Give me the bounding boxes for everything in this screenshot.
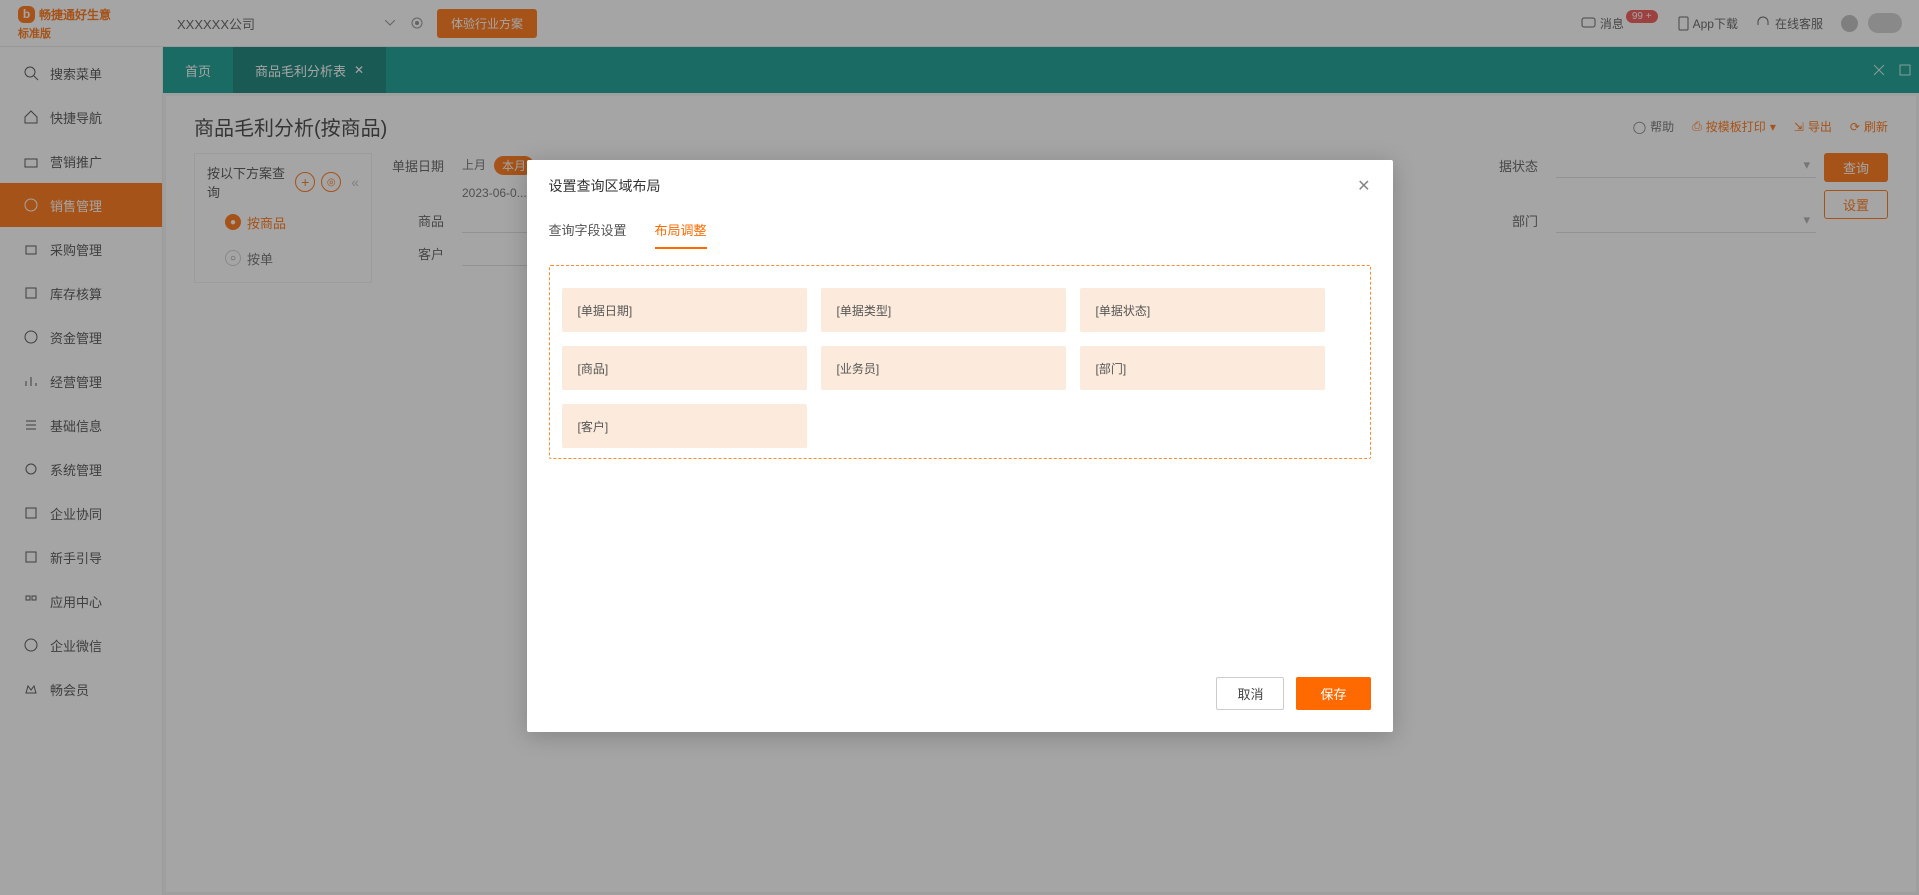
save-button[interactable]: 保存 — [1296, 677, 1370, 710]
layout-chip[interactable]: [部门] — [1080, 346, 1325, 390]
layout-chip[interactable]: [商品] — [562, 346, 807, 390]
layout-chip[interactable]: [业务员] — [821, 346, 1066, 390]
cancel-button[interactable]: 取消 — [1216, 677, 1284, 710]
modal-title: 设置查询区域布局 — [549, 176, 661, 196]
modal-overlay: 设置查询区域布局 ✕ 查询字段设置 布局调整 [单据日期] [单据类型] [单据… — [0, 0, 1919, 895]
layout-chip[interactable]: [单据日期] — [562, 288, 807, 332]
modal-tab-layout[interactable]: 布局调整 — [655, 212, 707, 249]
layout-dropzone[interactable]: [单据日期] [单据类型] [单据状态] [商品] [业务员] [部门] [客户… — [549, 265, 1371, 459]
layout-modal: 设置查询区域布局 ✕ 查询字段设置 布局调整 [单据日期] [单据类型] [单据… — [527, 160, 1393, 732]
modal-tab-fields[interactable]: 查询字段设置 — [549, 212, 627, 249]
layout-chip[interactable]: [单据类型] — [821, 288, 1066, 332]
close-icon[interactable]: ✕ — [1357, 176, 1370, 196]
modal-tabs: 查询字段设置 布局调整 — [527, 212, 1393, 249]
layout-chip[interactable]: [单据状态] — [1080, 288, 1325, 332]
layout-chip[interactable]: [客户] — [562, 404, 807, 448]
